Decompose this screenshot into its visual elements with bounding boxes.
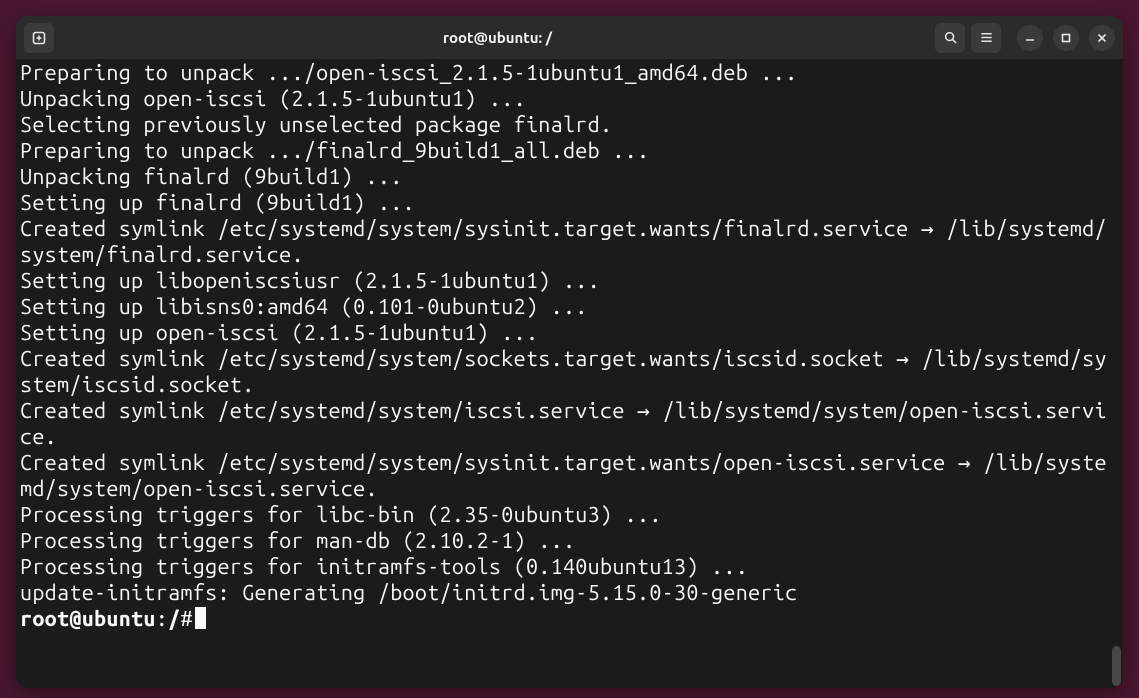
scrollbar-thumb[interactable] — [1112, 646, 1121, 686]
prompt: root@ubuntu:/# — [20, 607, 193, 631]
prompt-tail: # — [180, 607, 192, 631]
window-title: root@ubuntu: / — [60, 29, 935, 46]
search-icon — [943, 30, 958, 45]
terminal-body[interactable]: Preparing to unpack .../open-iscsi_2.1.5… — [16, 60, 1123, 688]
hamburger-icon — [979, 30, 994, 45]
prompt-user: root@ubuntu — [20, 607, 156, 631]
maximize-icon — [1060, 32, 1072, 44]
close-button[interactable] — [1089, 25, 1115, 51]
maximize-button[interactable] — [1053, 25, 1079, 51]
new-tab-button[interactable] — [24, 23, 54, 53]
prompt-path: / — [168, 607, 180, 631]
titlebar: root@ubuntu: / — [16, 16, 1123, 60]
minimize-button[interactable] — [1017, 25, 1043, 51]
minimize-icon — [1024, 32, 1036, 44]
search-button[interactable] — [935, 23, 965, 53]
titlebar-right — [935, 23, 1115, 53]
terminal-output: Preparing to unpack .../open-iscsi_2.1.5… — [20, 61, 1107, 605]
close-icon — [1096, 32, 1108, 44]
menu-button[interactable] — [971, 23, 1001, 53]
cursor — [195, 607, 206, 629]
terminal-window: root@ubuntu: / — [16, 16, 1123, 688]
new-tab-icon — [31, 30, 47, 46]
